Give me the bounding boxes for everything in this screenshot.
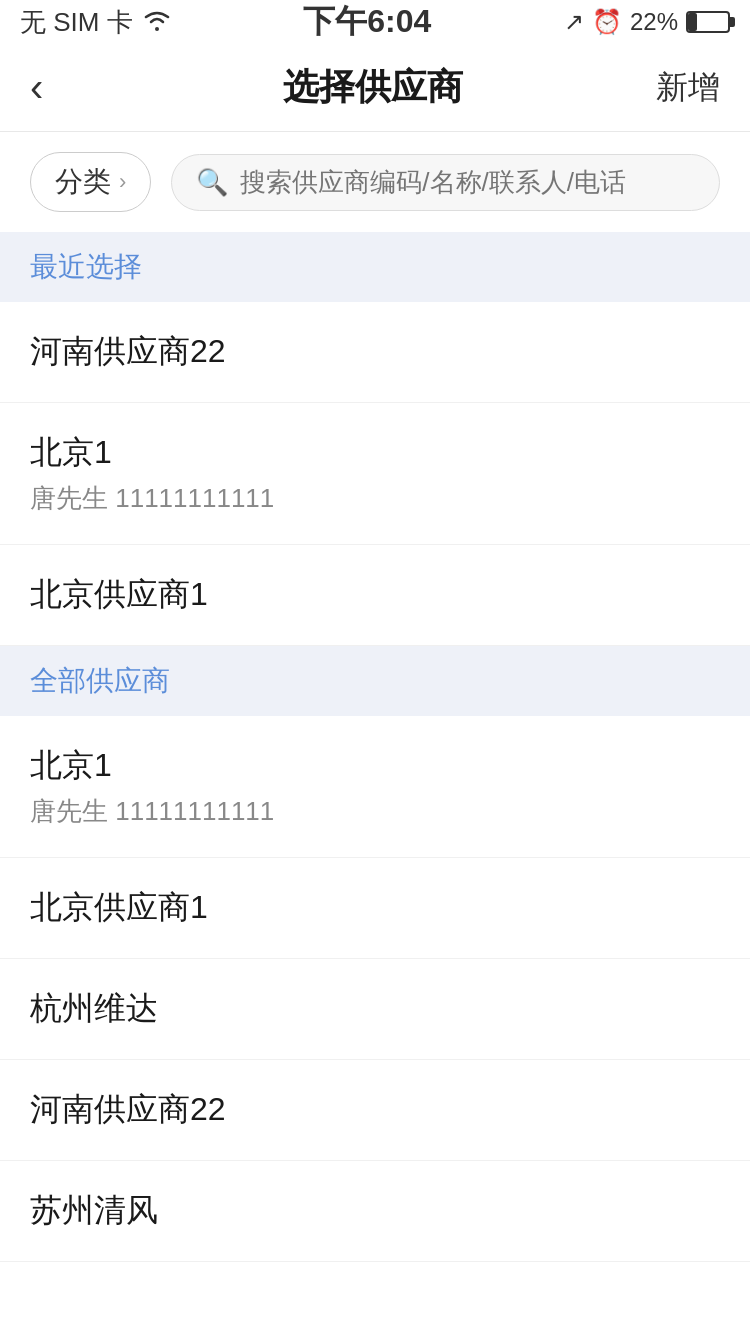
supplier-name: 杭州维达 — [30, 987, 720, 1031]
sim-status: 无 SIM 卡 — [20, 5, 133, 40]
list-item[interactable]: 北京供应商1 — [0, 545, 750, 646]
category-button[interactable]: 分类 › — [30, 152, 151, 212]
supplier-contact: 唐先生 11111111111 — [30, 794, 720, 829]
list-item[interactable]: 北京1 唐先生 11111111111 — [0, 716, 750, 858]
add-button[interactable]: 新增 — [656, 66, 720, 110]
battery-icon — [686, 11, 730, 33]
page-title: 选择供应商 — [283, 63, 463, 112]
section-header-all: 全部供应商 — [0, 646, 750, 716]
list-item[interactable]: 北京供应商1 — [0, 858, 750, 959]
chevron-right-icon: › — [119, 169, 126, 195]
wifi-icon — [143, 7, 171, 38]
list-item[interactable]: 河南供应商22 — [0, 1060, 750, 1161]
supplier-contact: 唐先生 11111111111 — [30, 481, 720, 516]
supplier-name: 北京供应商1 — [30, 573, 720, 617]
alarm-icon: ⏰ — [592, 8, 622, 36]
section-header-recent: 最近选择 — [0, 232, 750, 302]
status-right: ↗ ⏰ 22% — [564, 8, 730, 36]
search-box: 🔍 — [171, 154, 720, 211]
status-time: 下午6:04 — [303, 0, 431, 44]
battery-percent: 22% — [630, 8, 678, 36]
list-item[interactable]: 苏州清风 — [0, 1161, 750, 1262]
content-area: 最近选择河南供应商22 北京1 唐先生 11111111111 北京供应商1 全部供应商… — [0, 232, 750, 1262]
supplier-name: 河南供应商22 — [30, 330, 720, 374]
status-left: 无 SIM 卡 — [20, 5, 171, 40]
location-icon: ↗ — [564, 8, 584, 36]
status-bar: 无 SIM 卡 下午6:04 ↗ ⏰ 22% — [0, 0, 750, 44]
search-icon: 🔍 — [196, 167, 228, 198]
supplier-name: 河南供应商22 — [30, 1088, 720, 1132]
list-item[interactable]: 北京1 唐先生 11111111111 — [0, 403, 750, 545]
supplier-name: 苏州清风 — [30, 1189, 720, 1233]
nav-bar: ‹ 选择供应商 新增 — [0, 44, 750, 132]
supplier-name: 北京供应商1 — [30, 886, 720, 930]
category-label: 分类 — [55, 163, 111, 201]
filter-bar: 分类 › 🔍 — [0, 132, 750, 232]
back-button[interactable]: ‹ — [30, 65, 90, 110]
supplier-name: 北京1 — [30, 431, 720, 475]
search-input[interactable] — [240, 167, 695, 198]
list-item[interactable]: 河南供应商22 — [0, 302, 750, 403]
list-item[interactable]: 杭州维达 — [0, 959, 750, 1060]
supplier-name: 北京1 — [30, 744, 720, 788]
